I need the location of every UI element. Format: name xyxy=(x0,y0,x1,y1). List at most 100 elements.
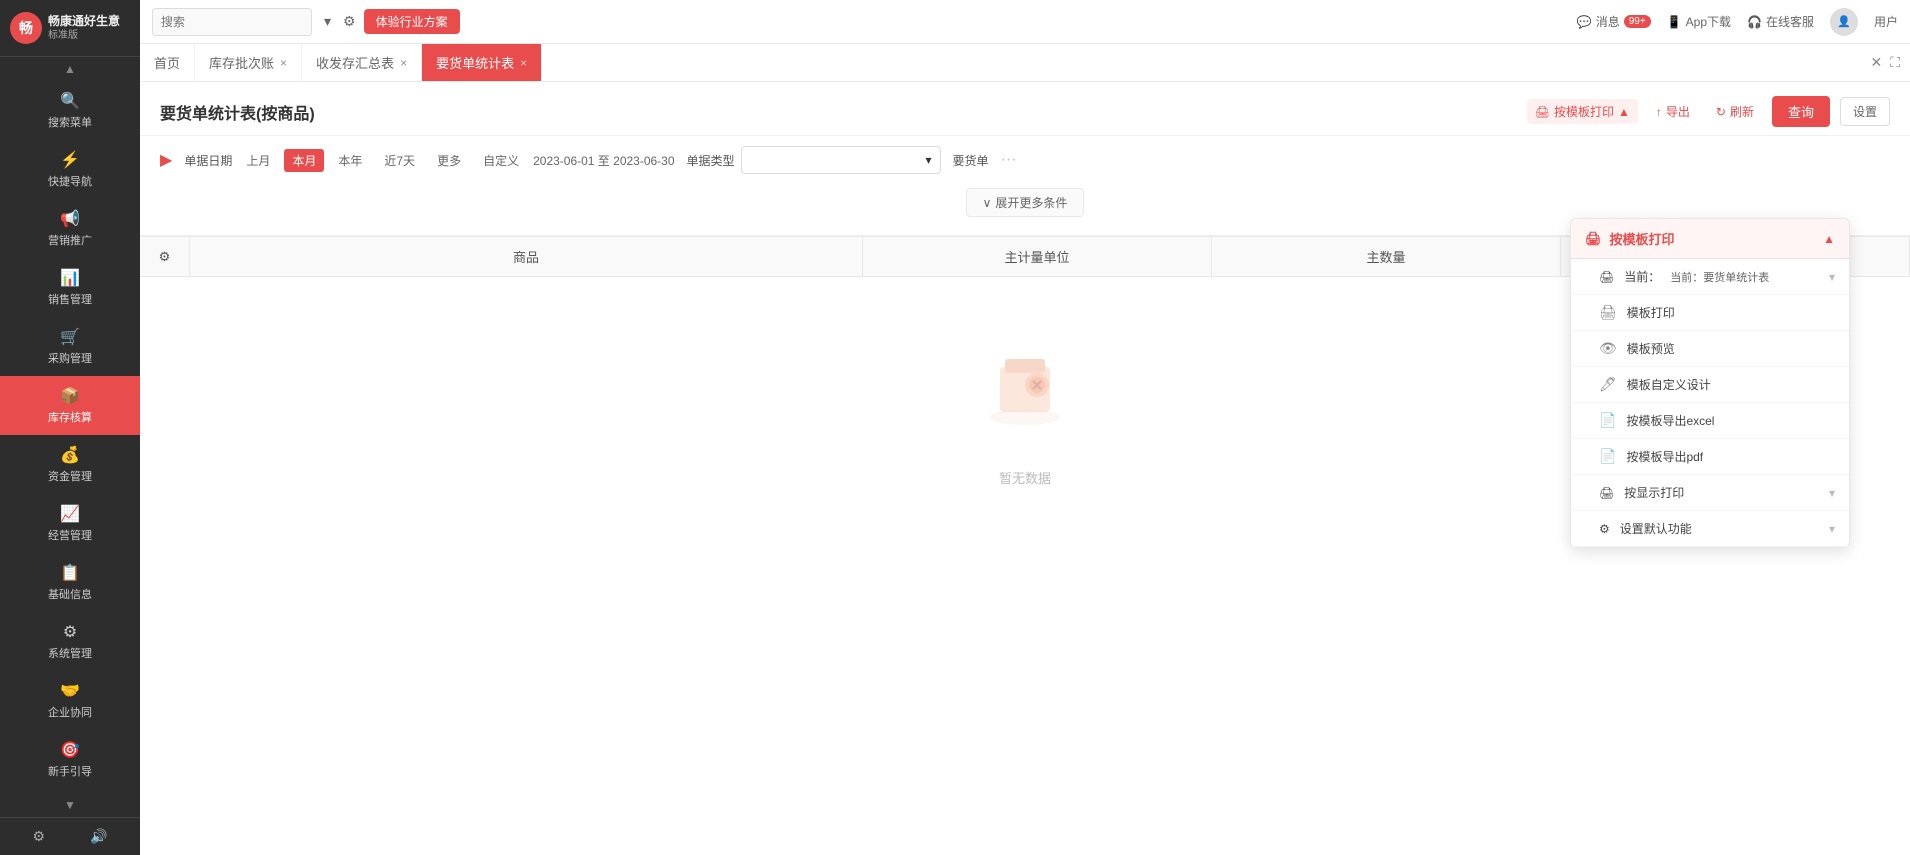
tab-batch-accounts-close[interactable]: × xyxy=(280,56,287,70)
sidebar-footer: ⚙ 🔊 xyxy=(0,817,140,855)
tab-order-stats[interactable]: 要货单统计表 × xyxy=(422,44,542,81)
topbar-right: 💬 消息 99+ 📱 App下载 🎧 在线客服 👤 用户 xyxy=(1577,8,1898,36)
set-default-icon: ⚙ xyxy=(1599,522,1610,536)
sidebar-logo: 畅 畅康通好生意 标准版 xyxy=(0,0,140,57)
type-filter: 单据类型 ▾ xyxy=(687,146,941,174)
template-design-label: 模板自定义设计 xyxy=(1627,376,1711,393)
sidebar-item-label: 采购管理 xyxy=(48,350,92,366)
page-content: 要货单统计表(按商品) 🖨 按模板打印 ▲ ↑ 导出 ↻ 刷新 查询 设置 xyxy=(140,82,1910,855)
topbar-left: ▾ ⚙ 体验行业方案 xyxy=(152,8,460,36)
guide-icon: 🎯 xyxy=(60,740,80,760)
sidebar-item-label: 基础信息 xyxy=(48,586,92,602)
settings-btn[interactable]: 设置 xyxy=(1840,97,1890,126)
tab-home[interactable]: 首页 xyxy=(140,44,195,81)
dropdown-export-excel[interactable]: 📄 按模板导出excel xyxy=(1571,403,1849,439)
filter-expand-icon[interactable]: ▶ xyxy=(160,150,172,170)
expand-more-btn[interactable]: ∨ 展开更多条件 xyxy=(966,188,1085,217)
current-label: 当前： xyxy=(1624,268,1660,285)
date-btn-last-month[interactable]: 上月 xyxy=(238,149,278,172)
empty-illustration xyxy=(975,337,1075,456)
main-area: ▾ ⚙ 体验行业方案 💬 消息 99+ 📱 App下载 🎧 在线客服 👤 用户 xyxy=(140,0,1910,855)
sidebar-item-inventory[interactable]: 📦 库存核算 xyxy=(0,376,140,435)
sidebar-item-enterprise[interactable]: 🤝 企业协同 xyxy=(0,671,140,730)
expand-icon: ∨ xyxy=(983,196,992,210)
date-btn-more[interactable]: 更多 xyxy=(429,149,469,172)
sidebar-scroll-down[interactable]: ▼ xyxy=(0,793,140,817)
tab-batch-accounts[interactable]: 库存批次账 × xyxy=(195,44,302,81)
app-download-item[interactable]: 📱 App下载 xyxy=(1667,13,1731,30)
th-product: 商品 xyxy=(190,237,863,276)
print-template-btn[interactable]: 🖨 按模板打印 ▲ xyxy=(1527,99,1638,124)
order-type-label: 要货单 xyxy=(953,152,989,169)
dropdown-title: 按模板打印 xyxy=(1610,229,1675,248)
tab-collection-summary-label: 收发存汇总表 xyxy=(316,53,394,72)
dropdown-set-default[interactable]: ⚙ 设置默认功能 ▾ xyxy=(1571,511,1849,547)
more-options-icon[interactable]: ··· xyxy=(1001,151,1017,169)
sidebar-item-operations[interactable]: 📈 经营管理 xyxy=(0,494,140,553)
refresh-btn[interactable]: ↻ 刷新 xyxy=(1708,99,1762,124)
type-select-arrow: ▾ xyxy=(926,153,932,167)
dropdown-template-design[interactable]: 🖊 模板自定义设计 xyxy=(1571,367,1849,403)
purchase-icon: 🛒 xyxy=(60,327,80,347)
service-icon: 🎧 xyxy=(1747,15,1762,29)
date-range: 2023-06-01 至 2023-06-30 xyxy=(533,152,674,169)
sidebar-item-finance[interactable]: 💰 资金管理 xyxy=(0,435,140,494)
speaker-footer-icon[interactable]: 🔊 xyxy=(90,828,107,845)
sidebar-item-marketing[interactable]: 📢 营销推广 xyxy=(0,199,140,258)
dropdown-arrow-icon: ▲ xyxy=(1823,232,1835,246)
tab-batch-accounts-label: 库存批次账 xyxy=(209,53,274,72)
export-label: 导出 xyxy=(1666,103,1690,120)
app-icon: 📱 xyxy=(1667,15,1682,29)
type-select[interactable]: ▾ xyxy=(741,146,941,174)
sidebar-item-label: 企业协同 xyxy=(48,704,92,720)
gear-col-icon[interactable]: ⚙ xyxy=(159,249,171,264)
message-item[interactable]: 💬 消息 99+ xyxy=(1577,13,1651,30)
dropdown-template-print[interactable]: 🖨 模板打印 xyxy=(1571,295,1849,331)
print-dropdown-popup: 🖨 按模板打印 ▲ 🖨 当前： 当前：要货单统计表 ▾ 🖨 模板打印 xyxy=(1570,218,1850,548)
export-excel-icon: 📄 xyxy=(1599,412,1616,429)
query-btn[interactable]: 查询 xyxy=(1772,96,1830,127)
sidebar-item-system[interactable]: ⚙ 系统管理 xyxy=(0,612,140,671)
sidebar-item-basics[interactable]: 📋 基础信息 xyxy=(0,553,140,612)
sidebar-item-label: 营销推广 xyxy=(48,232,92,248)
sidebar-item-guide[interactable]: 🎯 新手引导 xyxy=(0,730,140,789)
dropdown-export-pdf[interactable]: 📄 按模板导出pdf xyxy=(1571,439,1849,475)
print-icon: 🖨 xyxy=(1535,105,1550,119)
sidebar-item-search[interactable]: 🔍 搜索菜单 xyxy=(0,81,140,140)
date-btn-7days[interactable]: 近7天 xyxy=(376,149,423,172)
settings-footer-icon[interactable]: ⚙ xyxy=(33,828,46,845)
tab-order-stats-close[interactable]: × xyxy=(520,56,527,70)
tab-maximize-btn[interactable]: ⛶ xyxy=(1890,54,1900,71)
promo-button[interactable]: 体验行业方案 xyxy=(364,9,460,34)
quick-nav-icon: ⚡ xyxy=(60,150,80,170)
search-nav-icon: 🔍 xyxy=(60,91,80,111)
current-value: 当前：要货单统计表 xyxy=(1670,269,1769,285)
page-header: 要货单统计表(按商品) 🖨 按模板打印 ▲ ↑ 导出 ↻ 刷新 查询 设置 xyxy=(140,82,1910,136)
sidebar-item-quick-nav[interactable]: ⚡ 快捷导航 xyxy=(0,140,140,199)
dropdown-display-print[interactable]: 🖨 按显示打印 ▾ xyxy=(1571,475,1849,511)
topbar-dropdown-btn[interactable]: ▾ xyxy=(320,9,335,34)
date-btn-this-year[interactable]: 本年 xyxy=(330,149,370,172)
search-input[interactable] xyxy=(152,8,312,36)
tab-close-all-btn[interactable]: ✕ xyxy=(1870,54,1882,71)
th-checkbox: ⚙ xyxy=(140,239,190,275)
dropdown-current[interactable]: 🖨 当前： 当前：要货单统计表 ▾ xyxy=(1571,259,1849,295)
sidebar-item-sales[interactable]: 📊 销售管理 xyxy=(0,258,140,317)
export-excel-label: 按模板导出excel xyxy=(1626,412,1714,429)
page-title: 要货单统计表(按商品) xyxy=(160,100,315,124)
topbar-gear-icon[interactable]: ⚙ xyxy=(343,13,356,30)
export-btn[interactable]: ↑ 导出 xyxy=(1648,99,1698,124)
sidebar-scroll-up[interactable]: ▲ xyxy=(0,57,140,81)
export-pdf-icon: 📄 xyxy=(1599,448,1616,465)
sales-icon: 📊 xyxy=(60,268,80,288)
date-btn-custom[interactable]: 自定义 xyxy=(475,149,527,172)
avatar[interactable]: 👤 xyxy=(1830,8,1858,36)
tab-collection-summary-close[interactable]: × xyxy=(400,56,407,70)
tab-collection-summary[interactable]: 收发存汇总表 × xyxy=(302,44,422,81)
date-btn-this-month[interactable]: 本月 xyxy=(284,149,324,172)
page-toolbar: 🖨 按模板打印 ▲ ↑ 导出 ↻ 刷新 查询 设置 xyxy=(1527,96,1890,127)
service-item[interactable]: 🎧 在线客服 xyxy=(1747,13,1814,30)
dropdown-template-preview[interactable]: 👁 模板预览 xyxy=(1571,331,1849,367)
dropdown-header[interactable]: 🖨 按模板打印 ▲ xyxy=(1571,219,1849,259)
sidebar-item-purchase[interactable]: 🛒 采购管理 xyxy=(0,317,140,376)
